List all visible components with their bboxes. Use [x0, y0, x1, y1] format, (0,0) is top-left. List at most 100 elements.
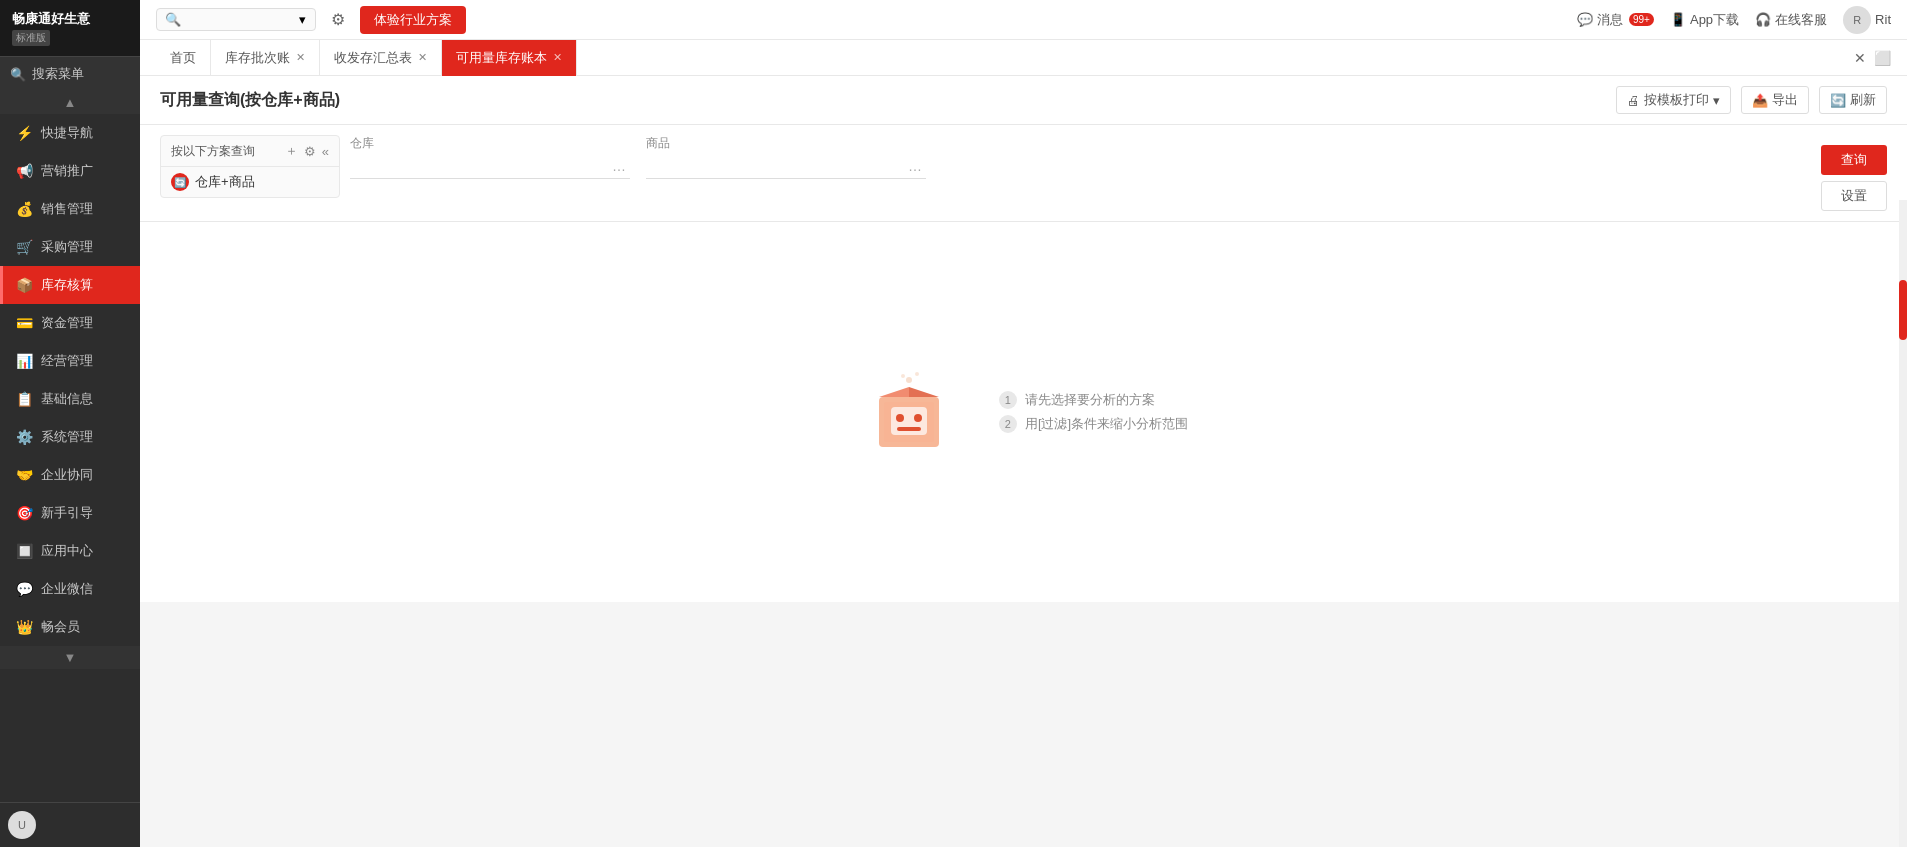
- svg-point-5: [896, 414, 904, 422]
- sidebar-item-appcenter[interactable]: 🔲 应用中心: [0, 532, 140, 570]
- sales-icon: 💰: [15, 200, 33, 218]
- sidebar-item-label: 企业微信: [41, 580, 93, 598]
- online-service-action[interactable]: 🎧 在线客服: [1755, 11, 1827, 29]
- maximize-window-btn[interactable]: ⬜: [1874, 50, 1891, 66]
- finance-icon: 💳: [15, 314, 33, 332]
- message-icon: 💬: [1577, 12, 1593, 27]
- sidebar-item-label: 营销推广: [41, 162, 93, 180]
- scheme-item-warehouse-product[interactable]: 🔄 仓库+商品: [161, 167, 339, 197]
- warehouse-label: 仓库: [350, 135, 630, 152]
- close-window-btn[interactable]: ✕: [1854, 50, 1866, 66]
- main-area: 🔍 ▾ ⚙ 体验行业方案 💬 消息 99+ 📱 App下载 🎧 在线客服: [140, 0, 1907, 847]
- add-scheme-btn[interactable]: ＋: [285, 142, 298, 160]
- search-icon: 🔍: [10, 67, 26, 82]
- right-scrollbar[interactable]: [1899, 200, 1907, 847]
- topbar-right: 💬 消息 99+ 📱 App下载 🎧 在线客服 R Rit: [1577, 6, 1891, 34]
- sidebar-item-label: 企业协同: [41, 466, 93, 484]
- topbar-search-input[interactable]: [185, 13, 295, 27]
- topbar: 🔍 ▾ ⚙ 体验行业方案 💬 消息 99+ 📱 App下载 🎧 在线客服: [140, 0, 1907, 40]
- export-btn[interactable]: 📤 导出: [1741, 86, 1809, 114]
- svg-point-9: [915, 372, 919, 376]
- tabs-bar: 首页 库存批次账 ✕ 收发存汇总表 ✕ 可用量库存账本 ✕ ✕ ⬜: [140, 40, 1907, 76]
- settings-scheme-btn[interactable]: ⚙: [304, 144, 316, 159]
- page-actions: 🖨 按模板打印 ▾ 📤 导出 🔄 刷新: [1616, 86, 1887, 114]
- company-name: 畅康通好生意: [12, 10, 128, 28]
- filter-row: 仓库 … 商品 …: [350, 135, 1811, 179]
- print-dropdown-icon[interactable]: ▾: [1713, 93, 1720, 108]
- empty-state: 1 请先选择要分析的方案 2 用[过滤]条件来缩小分析范围: [140, 222, 1907, 602]
- tip-text-1: 请先选择要分析的方案: [1025, 391, 1155, 409]
- sidebar-item-sales[interactable]: 💰 销售管理: [0, 190, 140, 228]
- sidebar-item-operation[interactable]: 📊 经营管理: [0, 342, 140, 380]
- scrollbar-thumb[interactable]: [1899, 280, 1907, 340]
- marketing-icon: 📢: [15, 162, 33, 180]
- sidebar-item-label: 资金管理: [41, 314, 93, 332]
- content-area: 可用量查询(按仓库+商品) 🖨 按模板打印 ▾ 📤 导出 🔄 刷新: [140, 76, 1907, 847]
- version-badge: 标准版: [12, 30, 50, 46]
- industry-btn[interactable]: 体验行业方案: [360, 6, 466, 34]
- sidebar-item-quick-nav[interactable]: ⚡ 快捷导航: [0, 114, 140, 152]
- scroll-up-btn[interactable]: ▲: [0, 91, 140, 114]
- sidebar-user[interactable]: U: [0, 802, 140, 847]
- warehouse-filter: 仓库 …: [350, 135, 630, 179]
- empty-illustration: [859, 362, 959, 462]
- app-icon: 📱: [1670, 12, 1686, 27]
- empty-tips: 1 请先选择要分析的方案 2 用[过滤]条件来缩小分析范围: [999, 391, 1188, 433]
- scroll-down-btn[interactable]: ▼: [0, 646, 140, 669]
- svg-marker-2: [909, 387, 939, 397]
- topbar-search-box[interactable]: 🔍 ▾: [156, 8, 316, 31]
- sidebar-item-member[interactable]: 👑 畅会员: [0, 608, 140, 646]
- message-label: 消息: [1597, 11, 1623, 29]
- user-avatar: U: [8, 811, 36, 839]
- tab-batch-ledger[interactable]: 库存批次账 ✕: [211, 40, 320, 76]
- settings-btn[interactable]: 设置: [1821, 181, 1887, 211]
- print-btn[interactable]: 🖨 按模板打印 ▾: [1616, 86, 1731, 114]
- query-btn[interactable]: 查询: [1821, 145, 1887, 175]
- tab-available-ledger[interactable]: 可用量库存账本 ✕: [442, 40, 577, 76]
- product-ellipsis-btn[interactable]: …: [908, 158, 922, 174]
- topbar-left: 🔍 ▾ ⚙ 体验行业方案: [156, 6, 466, 34]
- message-action[interactable]: 💬 消息 99+: [1577, 11, 1654, 29]
- tab-receipt-summary[interactable]: 收发存汇总表 ✕: [320, 40, 442, 76]
- tab-receipt-summary-close[interactable]: ✕: [418, 51, 427, 64]
- dropdown-icon[interactable]: ▾: [299, 12, 306, 27]
- refresh-btn[interactable]: 🔄 刷新: [1819, 86, 1887, 114]
- sidebar-item-label: 应用中心: [41, 542, 93, 560]
- sidebar-item-basic[interactable]: 📋 基础信息: [0, 380, 140, 418]
- svg-point-10: [901, 374, 905, 378]
- warehouse-input-row: …: [350, 154, 630, 179]
- sidebar-item-label: 快捷导航: [41, 124, 93, 142]
- tab-home[interactable]: 首页: [156, 40, 211, 76]
- sidebar-item-guide[interactable]: 🎯 新手引导: [0, 494, 140, 532]
- refresh-icon: 🔄: [1830, 93, 1846, 108]
- member-icon: 👑: [15, 618, 33, 636]
- sidebar-item-system[interactable]: ⚙️ 系统管理: [0, 418, 140, 456]
- warehouse-ellipsis-btn[interactable]: …: [612, 158, 626, 174]
- warehouse-input[interactable]: [354, 159, 608, 174]
- collapse-scheme-btn[interactable]: «: [322, 144, 329, 159]
- sidebar-item-wechat[interactable]: 💬 企业微信: [0, 570, 140, 608]
- query-area: 按以下方案查询 ＋ ⚙ « 🔄 仓库+商品 仓库: [140, 125, 1907, 222]
- service-icon: 🎧: [1755, 12, 1771, 27]
- sidebar-item-finance[interactable]: 💳 资金管理: [0, 304, 140, 342]
- sidebar-item-inventory[interactable]: 📦 库存核算: [0, 266, 140, 304]
- sidebar-item-marketing[interactable]: 📢 营销推广: [0, 152, 140, 190]
- topbar-avatar-text: R: [1853, 14, 1861, 26]
- product-input-row: …: [646, 154, 926, 179]
- inventory-icon: 📦: [15, 276, 33, 294]
- empty-tip-1: 1 请先选择要分析的方案: [999, 391, 1188, 409]
- sidebar-item-cooperation[interactable]: 🤝 企业协同: [0, 456, 140, 494]
- topbar-avatar: R: [1843, 6, 1871, 34]
- system-icon: ⚙️: [15, 428, 33, 446]
- page-title: 可用量查询(按仓库+商品): [160, 90, 340, 111]
- sidebar-logo: 畅康通好生意 标准版: [0, 0, 140, 57]
- appcenter-icon: 🔲: [15, 542, 33, 560]
- user-account[interactable]: R Rit: [1843, 6, 1891, 34]
- sidebar-search[interactable]: 🔍 搜索菜单: [0, 57, 140, 91]
- product-input[interactable]: [650, 159, 904, 174]
- tab-batch-ledger-close[interactable]: ✕: [296, 51, 305, 64]
- gear-button[interactable]: ⚙: [324, 6, 352, 34]
- tab-available-ledger-close[interactable]: ✕: [553, 51, 562, 64]
- sidebar-item-purchase[interactable]: 🛒 采购管理: [0, 228, 140, 266]
- app-download-action[interactable]: 📱 App下载: [1670, 11, 1739, 29]
